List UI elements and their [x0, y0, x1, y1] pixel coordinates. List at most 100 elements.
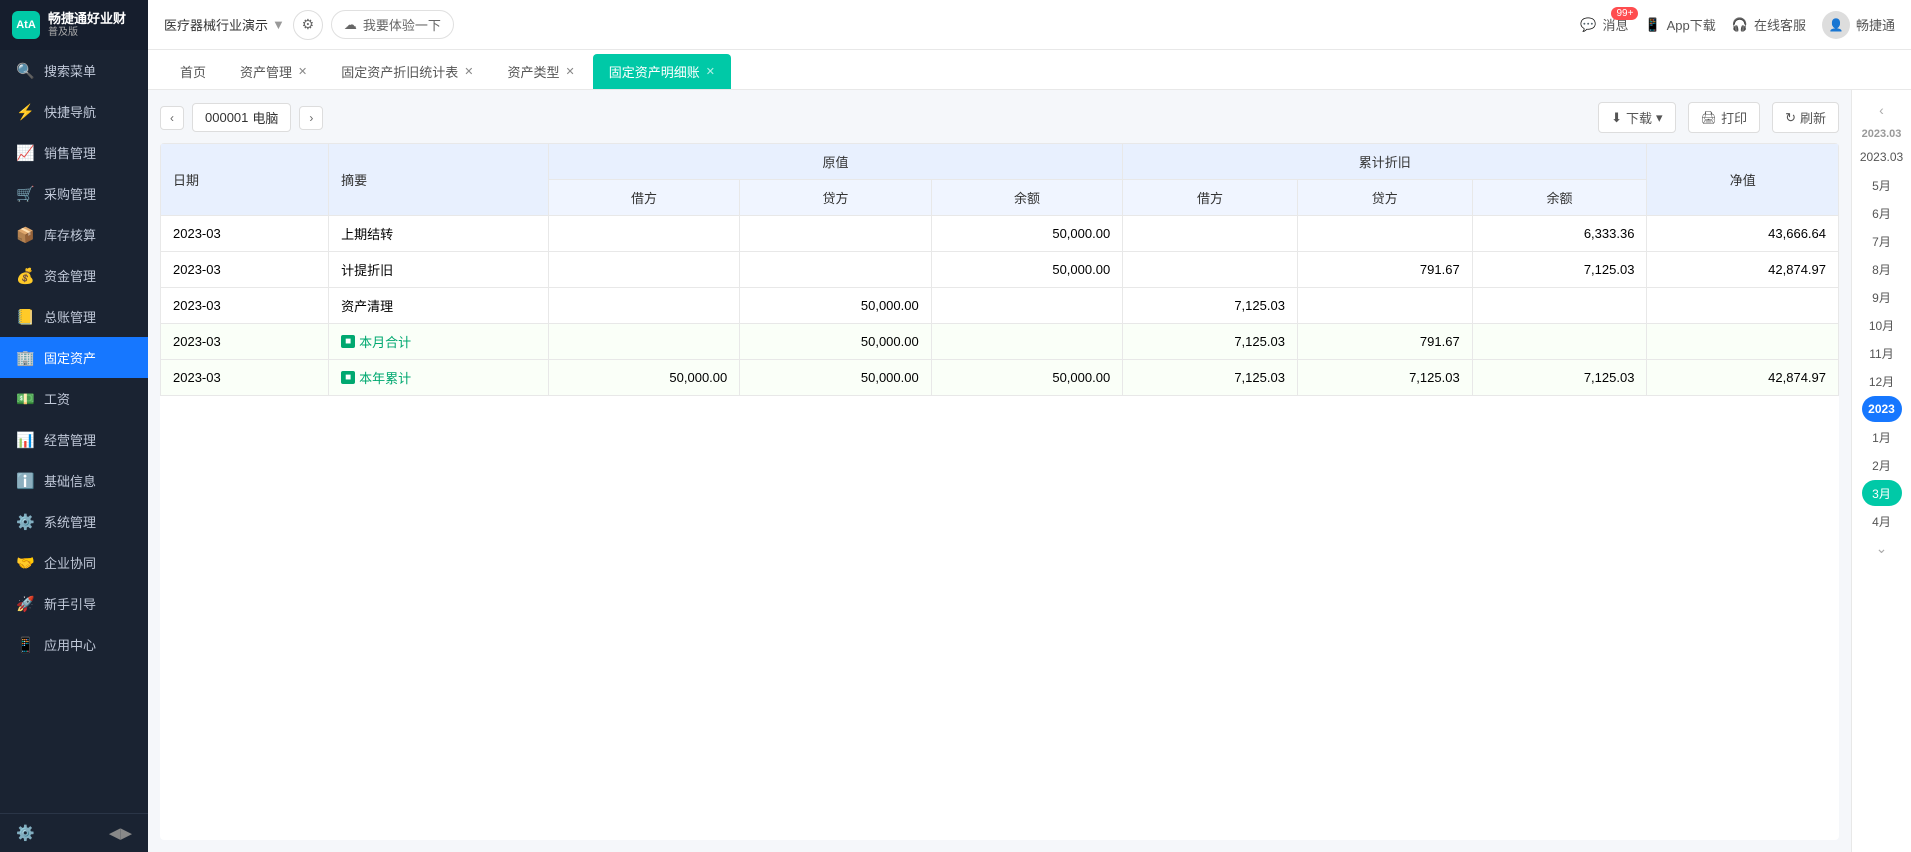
tab-close-detail[interactable]: ✕: [706, 65, 715, 78]
sidebar-icon-ledger: 📒: [16, 308, 34, 326]
sidebar-item-purchase[interactable]: 🛒 采购管理: [0, 173, 148, 214]
cell-dep-balance: [1472, 288, 1647, 324]
next-record-button[interactable]: ›: [299, 106, 323, 130]
download-button[interactable]: ⬇ 下载 ▾: [1598, 102, 1675, 133]
timeline-month-12[interactable]: 12月: [1862, 368, 1902, 394]
timeline-month-4[interactable]: 4月: [1862, 508, 1902, 534]
tabs-bar: 首页资产管理✕固定资产折旧统计表✕资产类型✕固定资产明细账✕: [148, 50, 1911, 90]
sidebar-item-ledger[interactable]: 📒 总账管理: [0, 296, 148, 337]
message-count: 99+: [1611, 7, 1638, 20]
cell-date: 2023-03: [161, 216, 329, 252]
sidebar-item-system[interactable]: ⚙️ 系统管理: [0, 501, 148, 542]
sidebar-icon-basic-info: ℹ️: [16, 472, 34, 490]
topbar-left: 医疗器械行业演示 ▼ ⚙ ☁ 我要体验一下: [164, 10, 1568, 40]
sidebar-item-enterprise[interactable]: 🤝 企业协同: [0, 542, 148, 583]
service-icon: 🎧: [1732, 17, 1748, 33]
timeline-up-icon[interactable]: ‹: [1875, 98, 1888, 122]
sidebar-item-inventory[interactable]: 📦 库存核算: [0, 214, 148, 255]
tab-home[interactable]: 首页: [164, 54, 222, 89]
collapse-icon[interactable]: ◀▶: [109, 824, 132, 842]
settings-button[interactable]: ⚙: [293, 10, 323, 40]
tab-asset-type[interactable]: 资产类型✕: [491, 54, 590, 89]
company-selector[interactable]: 医疗器械行业演示 ▼: [164, 15, 285, 34]
sidebar-label-app-center: 应用中心: [44, 635, 96, 654]
cell-net-value: [1647, 288, 1839, 324]
timeline-month-8[interactable]: 8月: [1862, 256, 1902, 282]
sidebar-icon-app-center: 📱: [16, 636, 34, 654]
sidebar-label-payroll: 工资: [44, 389, 70, 408]
timeline-month-9[interactable]: 9月: [1862, 284, 1902, 310]
cell-dep-credit: 791.67: [1297, 324, 1472, 360]
tab-assets[interactable]: 资产管理 ✕: [224, 54, 323, 89]
sidebar-item-guide[interactable]: 🚀 新手引导: [0, 583, 148, 624]
cell-dep-debit: [1123, 252, 1298, 288]
cell-orig-balance: 50,000.00: [931, 360, 1122, 396]
tab-depreciation[interactable]: 固定资产折旧统计表✕: [325, 54, 489, 89]
sidebar-item-app-center[interactable]: 📱 应用中心: [0, 624, 148, 665]
timeline-month-5[interactable]: 5月: [1862, 172, 1902, 198]
record-name: 电脑: [252, 108, 278, 127]
timeline-down-icon[interactable]: ⌄: [1872, 536, 1892, 561]
content-inner: ‹ 000001 电脑 › ⬇ 下载 ▾ 🖨 打印: [148, 90, 1851, 852]
col-header-net-value: 净值: [1647, 144, 1839, 216]
col-header-orig-credit: 贷方: [740, 180, 931, 216]
timeline-year-badge[interactable]: 2023: [1862, 396, 1902, 422]
settings-icon[interactable]: ⚙️: [16, 824, 35, 842]
prev-record-button[interactable]: ‹: [160, 106, 184, 130]
app-download-button[interactable]: 📱 App下载: [1644, 15, 1715, 34]
timeline-month-3[interactable]: 3月: [1862, 480, 1902, 506]
timeline-month-10[interactable]: 10月: [1862, 312, 1902, 338]
timeline-month-1[interactable]: 1月: [1862, 424, 1902, 450]
sidebar-item-sales[interactable]: 📈 销售管理: [0, 132, 148, 173]
tab-label-detail: 固定资产明细账: [609, 62, 700, 81]
col-header-orig-value: 原值: [548, 144, 1122, 180]
app-download-label: App下载: [1667, 15, 1716, 34]
timeline-month-11[interactable]: 11月: [1862, 340, 1902, 366]
tab-close-depreciation[interactable]: ✕: [464, 65, 473, 78]
refresh-button[interactable]: ↻ 刷新: [1772, 102, 1839, 133]
col-header-orig-balance: 余额: [931, 180, 1122, 216]
sidebar-item-basic-info[interactable]: ℹ️ 基础信息: [0, 460, 148, 501]
tab-label-home: 首页: [180, 62, 206, 81]
online-service-button[interactable]: 🎧 在线客服: [1732, 15, 1806, 34]
timeline-month-6[interactable]: 6月: [1862, 200, 1902, 226]
tab-detail[interactable]: 固定资产明细账 ✕: [593, 54, 731, 89]
sidebar-item-quicknav[interactable]: ⚡ 快捷导航: [0, 91, 148, 132]
cell-dep-credit: [1297, 288, 1472, 324]
cell-dep-debit: [1123, 216, 1298, 252]
sidebar-label-enterprise: 企业协同: [44, 553, 96, 572]
print-button[interactable]: 🖨 打印: [1688, 102, 1761, 133]
tab-close-assets[interactable]: ✕: [298, 65, 307, 78]
sidebar-item-fixed-assets[interactable]: 🏢 固定资产: [0, 337, 148, 378]
sidebar-icon-purchase: 🛒: [16, 185, 34, 203]
toolbar-right: ⬇ 下载 ▾ 🖨 打印 ↻ 刷新: [1598, 102, 1839, 133]
main-area: 医疗器械行业演示 ▼ ⚙ ☁ 我要体验一下 💬 消息 99+ 📱 App下载 🎧…: [148, 0, 1911, 852]
cell-dep-credit: 791.67: [1297, 252, 1472, 288]
timeline-month-2[interactable]: 2月: [1862, 452, 1902, 478]
record-badge: 000001 电脑: [192, 103, 291, 132]
sidebar-item-payroll[interactable]: 💵 工资: [0, 378, 148, 419]
tab-close-asset-type[interactable]: ✕: [566, 65, 575, 78]
cell-date: 2023-03: [161, 360, 329, 396]
experience-button[interactable]: ☁ 我要体验一下: [331, 10, 454, 39]
sidebar-label-inventory: 库存核算: [44, 225, 96, 244]
sidebar-item-finance[interactable]: 💰 资金管理: [0, 255, 148, 296]
sidebar-label-system: 系统管理: [44, 512, 96, 531]
cell-orig-debit: 50,000.00: [548, 360, 739, 396]
message-button[interactable]: 💬 消息 99+: [1580, 15, 1628, 34]
col-header-dep-balance: 余额: [1472, 180, 1647, 216]
user-menu[interactable]: 👤 畅捷通: [1822, 11, 1895, 39]
cell-desc: ■本年累计: [329, 360, 549, 396]
cell-orig-credit: 50,000.00: [740, 324, 931, 360]
col-header-date: 日期: [161, 144, 329, 216]
sidebar-item-search[interactable]: 🔍 搜索菜单: [0, 50, 148, 91]
sidebar-label-basic-info: 基础信息: [44, 471, 96, 490]
cell-orig-debit: [548, 252, 739, 288]
sidebar-icon-sales: 📈: [16, 144, 34, 162]
sidebar-icon-enterprise: 🤝: [16, 554, 34, 572]
sidebar-logo: AtA 畅捷通好业财 普及版: [0, 0, 148, 50]
timeline-month-7[interactable]: 7月: [1862, 228, 1902, 254]
sidebar-item-operations[interactable]: 📊 经营管理: [0, 419, 148, 460]
tab-label-assets: 资产管理: [240, 62, 292, 81]
content-area: ‹ 000001 电脑 › ⬇ 下载 ▾ 🖨 打印: [148, 90, 1911, 852]
